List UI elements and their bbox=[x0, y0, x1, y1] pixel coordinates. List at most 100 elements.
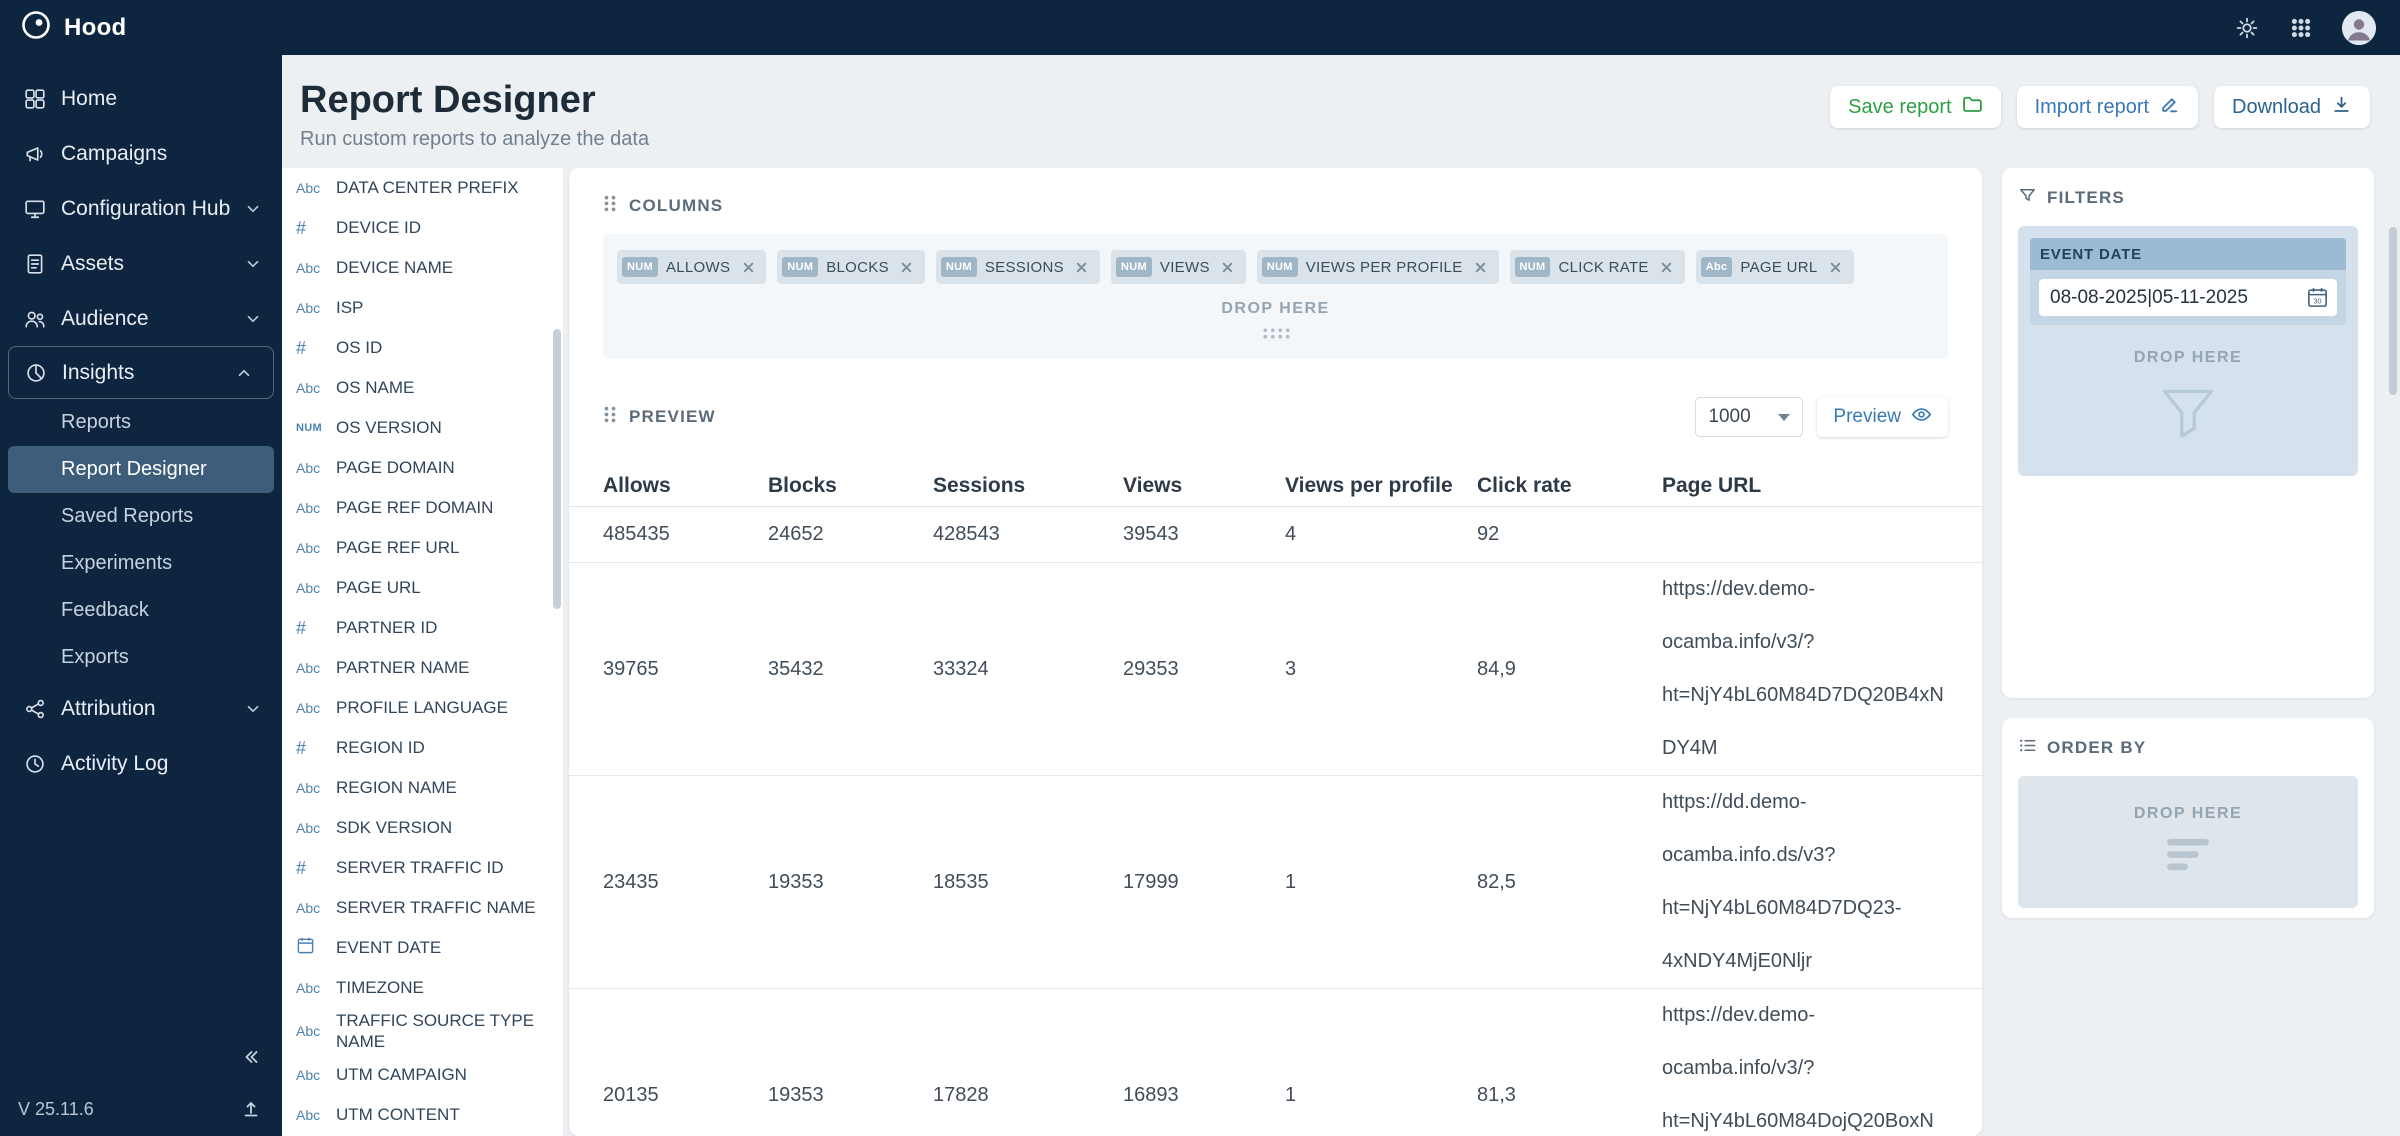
sidebar-label: Campaigns bbox=[61, 141, 168, 165]
sidebar-item-exports[interactable]: Exports bbox=[8, 634, 274, 681]
sidebar-item-insights[interactable]: Insights bbox=[8, 346, 274, 399]
table-row: 23435 19353 18535 17999 1 82,5 https://d… bbox=[569, 776, 1982, 989]
sidebar-item-assets[interactable]: Assets bbox=[0, 236, 282, 291]
calendar-icon[interactable]: 30 bbox=[2306, 286, 2329, 309]
field-item[interactable]: # OS ID bbox=[282, 328, 563, 368]
field-type-badge: Abc bbox=[296, 700, 321, 716]
field-type-badge: Abc bbox=[296, 180, 321, 196]
field-type-badge: Abc bbox=[296, 580, 321, 596]
field-item[interactable]: Abc SDK VERSION bbox=[282, 808, 563, 848]
field-item[interactable]: # SERVER TRAFFIC ID bbox=[282, 848, 563, 888]
brand-logo[interactable]: Hood bbox=[20, 9, 127, 46]
column-chip-click-rate[interactable]: NUM CLICK RATE bbox=[1509, 250, 1685, 284]
settings-gear-icon[interactable] bbox=[2234, 15, 2260, 41]
field-item[interactable]: Abc TIMEZONE bbox=[282, 968, 563, 1008]
remove-chip-icon[interactable] bbox=[1657, 257, 1677, 277]
order-by-drop-zone[interactable]: DROP HERE bbox=[2018, 776, 2358, 908]
field-item[interactable]: Abc ISP bbox=[282, 288, 563, 328]
drag-grip-icon[interactable] bbox=[603, 194, 617, 218]
field-item[interactable]: Abc PROFILE LANGUAGE bbox=[282, 688, 563, 728]
column-chip-views-per-profile[interactable]: NUM VIEWS PER PROFILE bbox=[1256, 250, 1499, 284]
field-item[interactable]: Abc SERVER TRAFFIC NAME bbox=[282, 888, 563, 928]
column-header: Click rate bbox=[1477, 473, 1572, 497]
field-type-badge: Abc bbox=[296, 900, 321, 916]
column-chip-blocks[interactable]: NUM BLOCKS bbox=[777, 250, 925, 284]
filters-drop-zone[interactable]: EVENT DATE 30 DROP HERE bbox=[2018, 226, 2358, 476]
field-item[interactable]: Abc DATA CENTER PREFIX bbox=[282, 168, 563, 208]
field-item[interactable]: # REGION ID bbox=[282, 728, 563, 768]
preview-section-head: PREVIEW 1000 Preview bbox=[569, 397, 1982, 437]
sidebar-item-audience[interactable]: Audience bbox=[0, 291, 282, 346]
funnel-icon bbox=[2018, 186, 2037, 210]
fields-panel: Abc DATA CENTER PREFIX # DEVICE ID Abc DEVI… bbox=[282, 168, 563, 1136]
preview-button-label: Preview bbox=[1833, 406, 1901, 427]
sidebar-item-experiments[interactable]: Experiments bbox=[8, 540, 274, 587]
remove-chip-icon[interactable] bbox=[1826, 257, 1846, 277]
sidebar-item-attribution[interactable]: Attribution bbox=[0, 681, 282, 736]
brand-name: Hood bbox=[64, 13, 127, 41]
field-type-badge: Abc bbox=[296, 460, 321, 476]
field-item[interactable]: Abc PARTNER NAME bbox=[282, 648, 563, 688]
field-item[interactable]: Abc PAGE DOMAIN bbox=[282, 448, 563, 488]
row-limit-select[interactable]: 1000 bbox=[1695, 397, 1804, 437]
save-report-button[interactable]: Save report bbox=[1830, 86, 2001, 128]
sidebar-label: Reports bbox=[61, 411, 132, 433]
user-avatar[interactable] bbox=[2342, 10, 2376, 45]
field-item[interactable]: Abc REGION NAME bbox=[282, 768, 563, 808]
sidebar-item-feedback[interactable]: Feedback bbox=[8, 587, 274, 634]
drag-grip-icon[interactable] bbox=[603, 405, 617, 429]
field-item[interactable]: Abc PAGE URL bbox=[282, 568, 563, 608]
field-type-badge: # bbox=[296, 217, 307, 238]
apps-grid-icon[interactable] bbox=[2288, 15, 2314, 41]
sidebar-item-reports[interactable]: Reports bbox=[8, 399, 274, 446]
sidebar-item-configuration-hub[interactable]: Configuration Hub bbox=[0, 181, 282, 236]
sidebar-item-saved-reports[interactable]: Saved Reports bbox=[8, 493, 274, 540]
order-by-panel: ORDER BY DROP HERE bbox=[2002, 718, 2374, 918]
remove-chip-icon[interactable] bbox=[1471, 257, 1491, 277]
export-upload-icon[interactable] bbox=[238, 1096, 264, 1122]
column-chip-allows[interactable]: NUM ALLOWS bbox=[617, 250, 767, 284]
field-item[interactable]: # DEVICE ID bbox=[282, 208, 563, 248]
folder-save-icon bbox=[1962, 94, 1983, 121]
remove-chip-icon[interactable] bbox=[1218, 257, 1238, 277]
field-type-badge: Abc bbox=[296, 260, 321, 276]
filters-title: FILTERS bbox=[2047, 188, 2125, 207]
columns-drop-zone[interactable]: NUM ALLOWS NUM BLOCKS NUM SESSIONS NUM V… bbox=[603, 234, 1948, 359]
order-by-title: ORDER BY bbox=[2047, 738, 2147, 757]
chevron-up-icon bbox=[235, 364, 253, 382]
remove-chip-icon[interactable] bbox=[897, 257, 917, 277]
column-chip-sessions[interactable]: NUM SESSIONS bbox=[935, 250, 1100, 284]
page-scrollbar-thumb[interactable] bbox=[2389, 227, 2397, 395]
field-item[interactable]: Abc TRAFFIC SOURCE TYPE NAME bbox=[282, 1008, 563, 1055]
remove-chip-icon[interactable] bbox=[738, 257, 758, 277]
sidebar-item-home[interactable]: Home bbox=[0, 71, 282, 126]
fields-scrollbar-thumb[interactable] bbox=[553, 329, 561, 609]
sidebar-item-activity-log[interactable]: Activity Log bbox=[0, 736, 282, 791]
right-column: FILTERS EVENT DATE 30 bbox=[2002, 168, 2374, 1136]
activity-log-icon bbox=[24, 753, 46, 775]
field-item[interactable]: Abc PAGE REF URL bbox=[282, 528, 563, 568]
field-type-badge: Abc bbox=[296, 1023, 321, 1040]
download-button[interactable]: Download bbox=[2214, 86, 2370, 128]
sidebar-label: Attribution bbox=[61, 696, 156, 720]
field-item[interactable]: Abc UTM CONTENT bbox=[282, 1095, 563, 1135]
sidebar-label: Feedback bbox=[61, 599, 149, 621]
import-report-button[interactable]: Import report bbox=[2016, 86, 2199, 128]
field-item[interactable]: # PARTNER ID bbox=[282, 608, 563, 648]
field-item[interactable]: EVENT DATE bbox=[282, 928, 563, 968]
column-chip-views[interactable]: NUM VIEWS bbox=[1110, 250, 1246, 284]
field-item[interactable]: Abc UTM CAMPAIGN bbox=[282, 1055, 563, 1095]
column-chip-page-url[interactable]: Abc PAGE URL bbox=[1695, 250, 1854, 284]
collapse-sidebar-icon[interactable] bbox=[238, 1044, 264, 1070]
remove-chip-icon[interactable] bbox=[1072, 257, 1092, 277]
sidebar-item-campaigns[interactable]: Campaigns bbox=[0, 126, 282, 181]
field-item[interactable]: NUM OS VERSION bbox=[282, 408, 563, 448]
field-item[interactable]: Abc DEVICE NAME bbox=[282, 248, 563, 288]
event-date-filter[interactable]: EVENT DATE 30 bbox=[2030, 238, 2346, 325]
field-item[interactable]: Abc PAGE REF DOMAIN bbox=[282, 488, 563, 528]
field-item[interactable]: Abc OS NAME bbox=[282, 368, 563, 408]
event-date-range-input[interactable] bbox=[2039, 279, 2337, 316]
sidebar-item-report-designer[interactable]: Report Designer bbox=[8, 446, 274, 493]
preview-button[interactable]: Preview bbox=[1817, 397, 1948, 437]
drop-here-label: DROP HERE bbox=[2133, 349, 2243, 366]
